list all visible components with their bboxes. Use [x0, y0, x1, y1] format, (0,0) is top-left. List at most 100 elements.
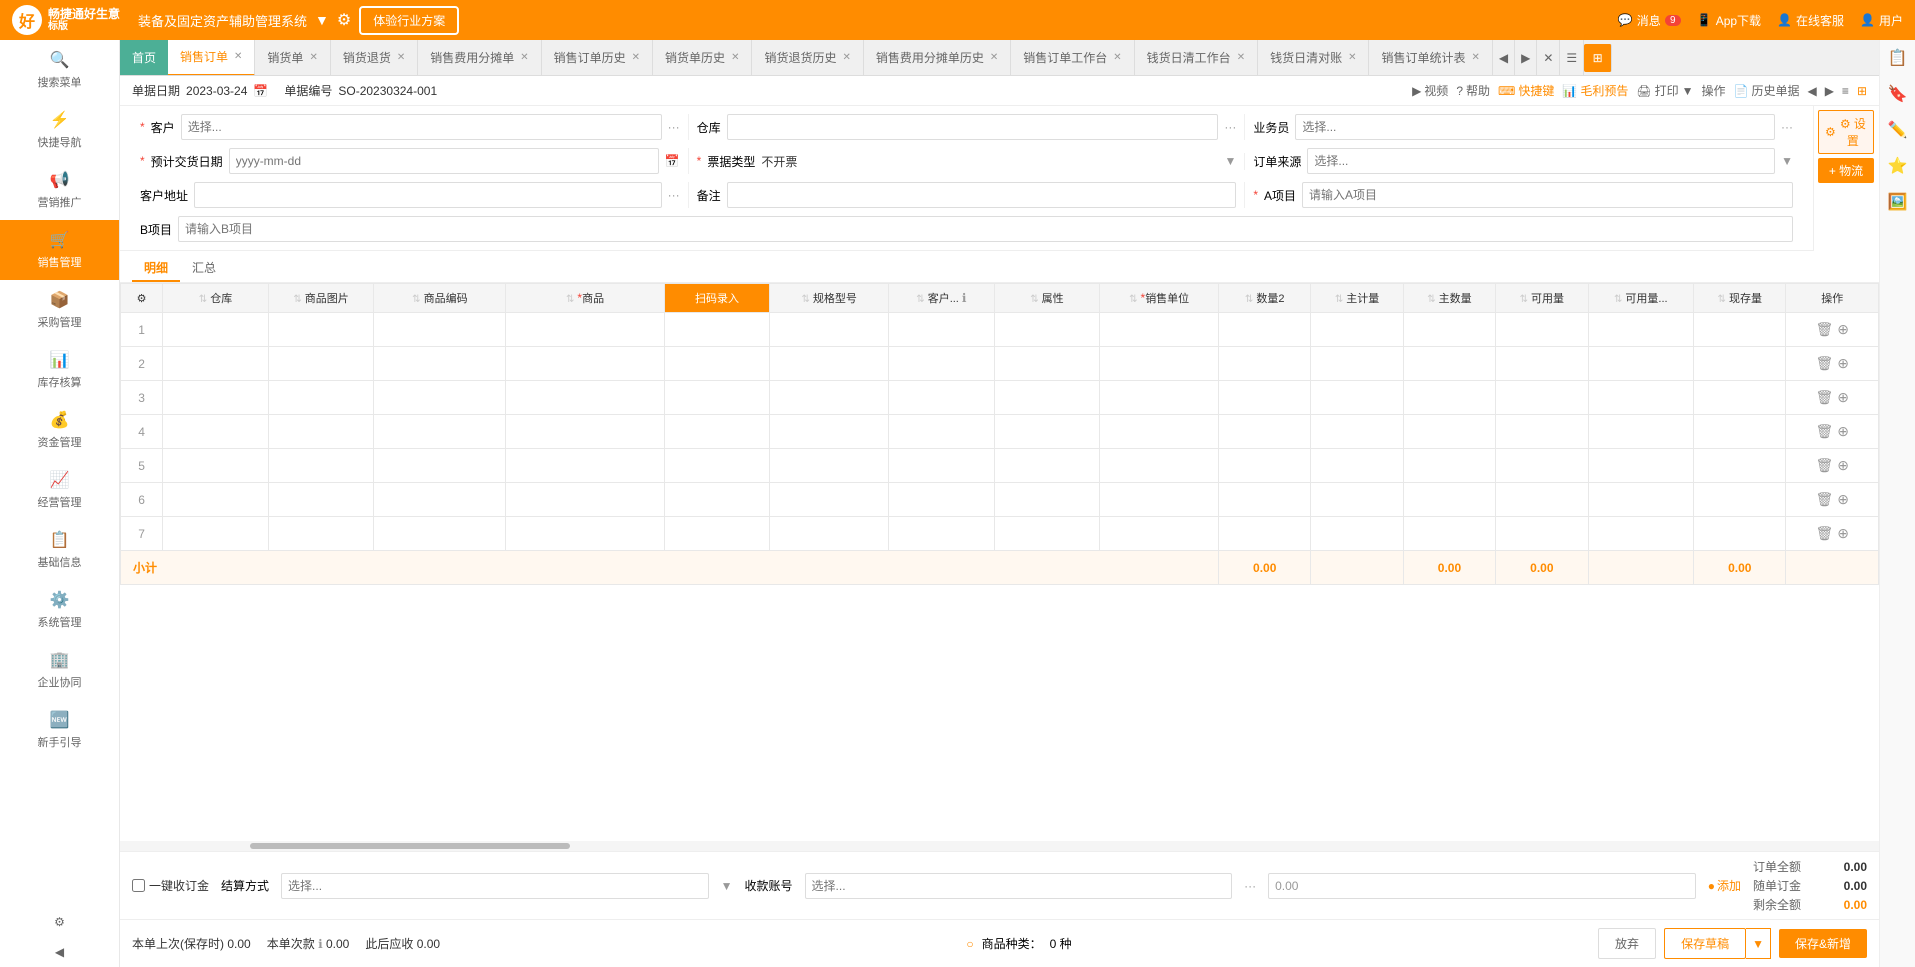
add-payment-btn[interactable]: ● 添加 — [1708, 877, 1741, 894]
tab-close-all-btn[interactable]: ✕ — [1537, 40, 1560, 76]
quick-deposit-checkbox[interactable]: 一键收订金 — [132, 877, 209, 894]
tab-close-returns[interactable]: ✕ — [309, 52, 317, 63]
online-service-btn[interactable]: 👤 在线客服 — [1777, 12, 1844, 29]
tab-close-expense[interactable]: ✕ — [520, 52, 528, 63]
payment-method-input[interactable] — [281, 873, 709, 899]
tab-close-ledger[interactable]: ✕ — [1237, 52, 1245, 63]
tab-close-refund[interactable]: ✕ — [397, 52, 405, 63]
tab-home[interactable]: 首页 — [120, 40, 168, 76]
tab-sales-expense[interactable]: 销售费用分摊单 ✕ — [418, 40, 541, 76]
app-download-btn[interactable]: 📱 App下载 — [1697, 12, 1761, 29]
payment-amount-input[interactable] — [1268, 873, 1696, 899]
payment-method-dropdown-icon[interactable]: ▼ — [721, 879, 733, 893]
toolbar-actions-btn[interactable]: 操作 — [1701, 82, 1725, 99]
remarks-input[interactable] — [727, 182, 1237, 208]
calendar-icon[interactable]: 📅 — [253, 84, 268, 98]
sidebar-item-marketing[interactable]: 📢 营销推广 — [0, 160, 119, 220]
industry-btn[interactable]: 体验行业方案 — [359, 6, 459, 35]
tab-close-returns-history[interactable]: ✕ — [731, 52, 739, 63]
row-delete-icon-2[interactable]: 🗑 — [1815, 355, 1833, 372]
row-delete-icon-7[interactable]: 🗑 — [1815, 525, 1833, 542]
message-btn[interactable]: 💬 消息 9 — [1618, 12, 1681, 29]
sidebar-item-system[interactable]: ⚙️ 系统管理 — [0, 580, 119, 640]
tab-next-btn[interactable]: ▶ — [1515, 40, 1537, 76]
rp-bookmark-btn[interactable]: 🔖 — [1884, 80, 1912, 108]
sidebar-item-operations[interactable]: 📈 经营管理 — [0, 460, 119, 520]
sidebar-item-basic[interactable]: 📋 基础信息 — [0, 520, 119, 580]
tab-summary[interactable]: 汇总 — [180, 255, 228, 282]
sidebar-item-inventory[interactable]: 📊 库存核算 — [0, 340, 119, 400]
row-copy-icon-4[interactable]: ⊕ — [1837, 423, 1849, 440]
tab-close-workbench[interactable]: ✕ — [1113, 52, 1121, 63]
rp-clipboard-btn[interactable]: 📋 — [1884, 44, 1912, 72]
sidebar-item-sales[interactable]: 🛒 销售管理 — [0, 220, 119, 280]
sidebar-item-search[interactable]: 🔍 搜索菜单 — [0, 40, 119, 100]
tab-expense-history[interactable]: 销售费用分摊单历史 ✕ — [864, 40, 1011, 76]
tab-menu-btn[interactable]: ☰ — [1560, 40, 1584, 76]
system-title-dropdown-icon[interactable]: ▼ — [315, 12, 329, 28]
order-source-input[interactable] — [1307, 148, 1775, 174]
customer-addr-input[interactable] — [194, 182, 662, 208]
tab-close-order-history[interactable]: ✕ — [632, 52, 640, 63]
tab-sales-returns[interactable]: 销货单 ✕ — [255, 40, 330, 76]
due-info-icon[interactable]: ℹ — [318, 937, 323, 951]
sidebar-item-purchase[interactable]: 📦 采购管理 — [0, 280, 119, 340]
rp-star-btn[interactable]: ⭐ — [1884, 152, 1912, 180]
tab-close-reconcile[interactable]: ✕ — [1348, 52, 1356, 63]
row-copy-icon-1[interactable]: ⊕ — [1837, 321, 1849, 338]
salesperson-more-btn[interactable]: ··· — [1781, 120, 1793, 134]
tab-add-btn[interactable]: ⊞ — [1584, 44, 1612, 72]
toolbar-prev-record-btn[interactable]: ◀ — [1807, 84, 1816, 98]
user-btn[interactable]: 👤 用户 — [1860, 12, 1903, 29]
sidebar-item-enterprise[interactable]: 🏢 企业协同 — [0, 640, 119, 700]
toolbar-shortcut-btn[interactable]: ⌨ 快捷键 — [1498, 82, 1554, 99]
row-copy-icon-2[interactable]: ⊕ — [1837, 355, 1849, 372]
row-copy-icon-7[interactable]: ⊕ — [1837, 525, 1849, 542]
toolbar-profit-btn[interactable]: 📊 毛利预告 — [1562, 82, 1628, 99]
tab-close-sales-order[interactable]: ✕ — [234, 51, 242, 62]
account-input[interactable] — [805, 873, 1233, 899]
b-project-input[interactable] — [178, 216, 1793, 242]
tab-sales-refund[interactable]: 销货退货 ✕ — [331, 40, 418, 76]
sidebar-item-guide[interactable]: 🆕 新手引导 — [0, 700, 119, 760]
toolbar-print-btn[interactable]: 🖨 打印 ▼ — [1636, 82, 1693, 99]
addgoods-side-btn[interactable]: + 物流 — [1818, 158, 1874, 183]
order-source-dropdown-icon[interactable]: ▼ — [1781, 154, 1793, 168]
tab-refund-history[interactable]: 销货退货历史 ✕ — [752, 40, 863, 76]
settings-side-btn[interactable]: ⚙ ⚙ 设置 — [1818, 110, 1874, 154]
col-scan[interactable]: 扫码录入 — [664, 284, 770, 313]
tab-close-expense-history[interactable]: ✕ — [990, 52, 998, 63]
warehouse-more-btn[interactable]: ··· — [1224, 120, 1236, 134]
row-delete-icon-6[interactable]: 🗑 — [1815, 491, 1833, 508]
account-more-btn[interactable]: ··· — [1244, 879, 1256, 893]
save-draft-dropdown-btn[interactable]: ▼ — [1746, 928, 1771, 959]
toolbar-history-btn[interactable]: 📄 历史单据 — [1733, 82, 1799, 99]
row-delete-icon-5[interactable]: 🗑 — [1815, 457, 1833, 474]
row-copy-icon-3[interactable]: ⊕ — [1837, 389, 1849, 406]
print-dropdown-icon[interactable]: ▼ — [1682, 84, 1694, 98]
col-settings[interactable]: ⚙ — [121, 284, 163, 313]
delivery-date-input[interactable] — [229, 148, 659, 174]
sidebar-collapse-btn[interactable]: ◀ — [0, 937, 119, 967]
toolbar-video-btn[interactable]: ▶ 视频 — [1412, 82, 1448, 99]
invoice-dropdown-icon[interactable]: ▼ — [1224, 154, 1236, 168]
sidebar-settings-btn[interactable]: ⚙ — [0, 907, 119, 937]
table-wrapper[interactable]: ⚙ ⇅ 仓库 ⇅ 商品图片 ⇅ 商品编码 ⇅ *商品 扫码录入 ⇅ 规格型号 ⇅… — [120, 283, 1879, 841]
save-draft-btn[interactable]: 保存草稿 — [1664, 928, 1746, 959]
rp-image-btn[interactable]: 🖼️ — [1884, 188, 1912, 216]
customer-more-btn[interactable]: ··· — [668, 120, 680, 134]
discard-btn[interactable]: 放弃 — [1598, 928, 1656, 959]
row-copy-icon-5[interactable]: ⊕ — [1837, 457, 1849, 474]
row-delete-icon-4[interactable]: 🗑 — [1815, 423, 1833, 440]
scroll-thumb[interactable] — [250, 843, 570, 849]
settings-icon[interactable]: ⚙ — [337, 10, 351, 30]
row-copy-icon-6[interactable]: ⊕ — [1837, 491, 1849, 508]
rp-edit-btn[interactable]: ✏️ — [1884, 116, 1912, 144]
row-delete-icon-1[interactable]: 🗑 — [1815, 321, 1833, 338]
tab-prev-btn[interactable]: ◀ — [1493, 40, 1515, 76]
tab-detail[interactable]: 明细 — [132, 255, 180, 282]
toolbar-next-record-btn[interactable]: ▶ — [1825, 84, 1834, 98]
warehouse-input[interactable]: 成品库 — [727, 114, 1219, 140]
sidebar-item-finance[interactable]: 💰 资金管理 — [0, 400, 119, 460]
tab-sales-order[interactable]: 销售订单 ✕ — [168, 40, 255, 76]
